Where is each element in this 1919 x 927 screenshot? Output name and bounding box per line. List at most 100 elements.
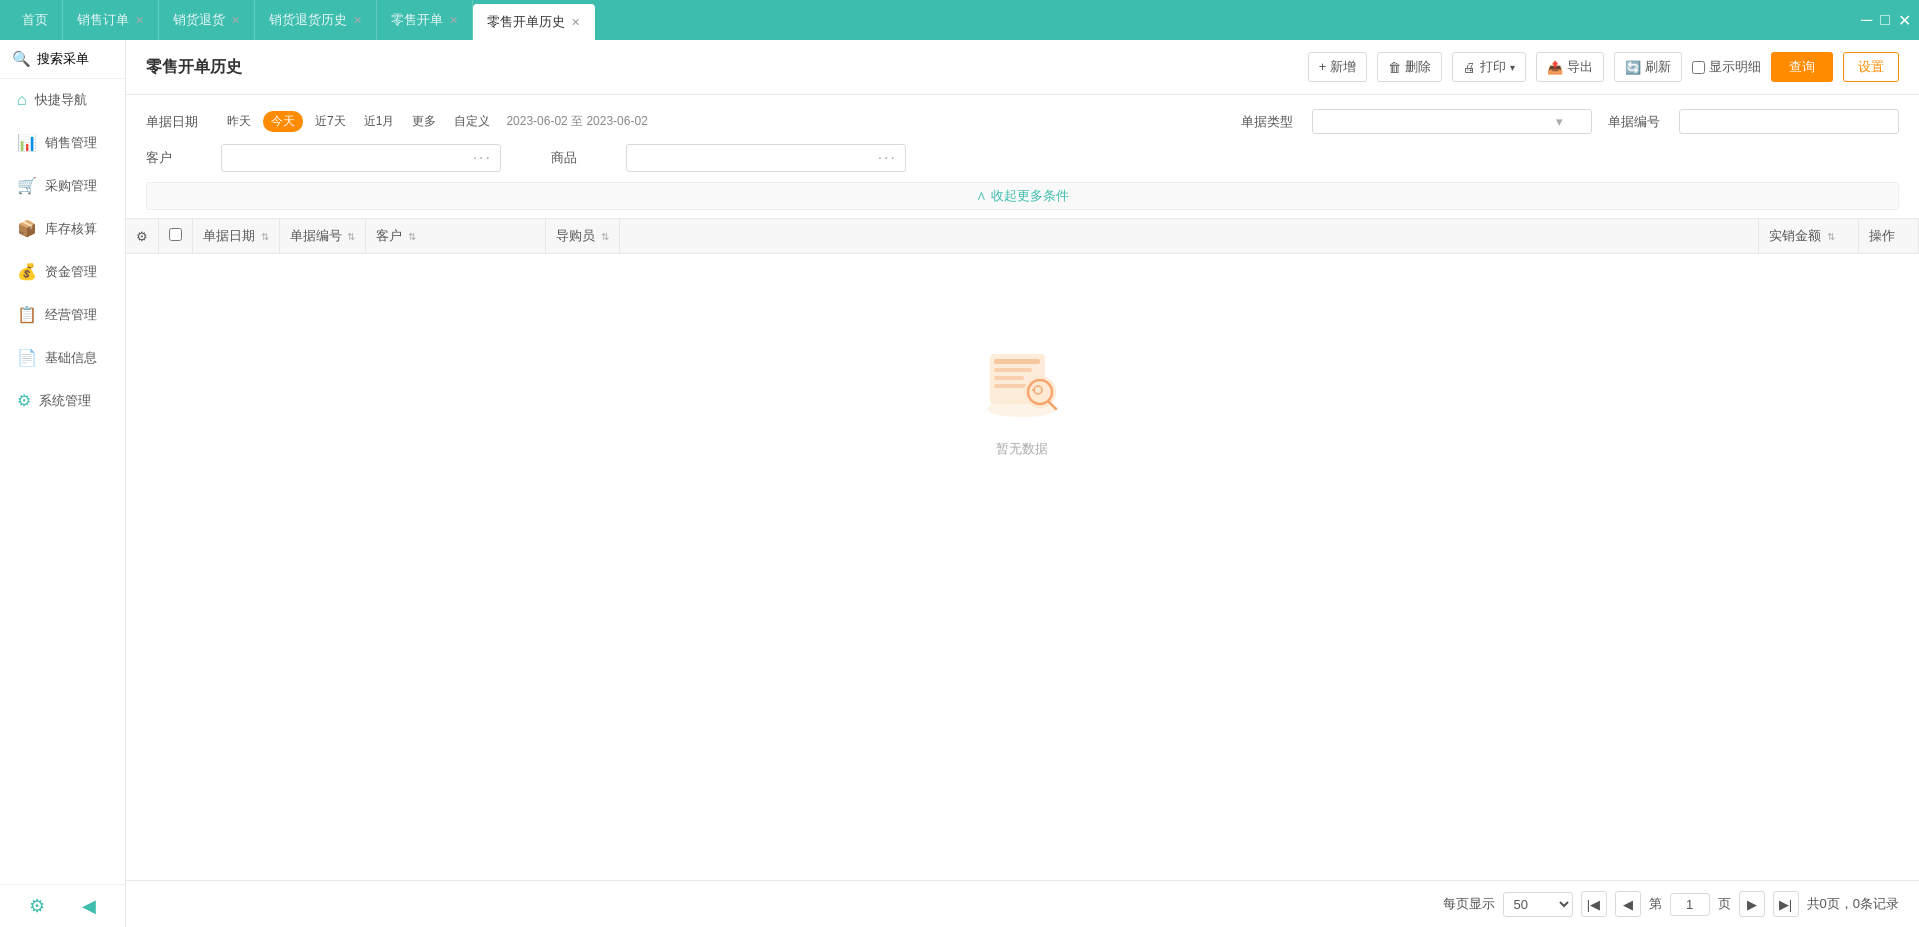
search-icon: 🔍 xyxy=(12,50,31,68)
customer-label: 客户 xyxy=(146,149,201,167)
delete-icon: 🗑 xyxy=(1388,60,1401,75)
export-button[interactable]: 📤 导出 xyxy=(1536,52,1604,82)
doc-type-select[interactable]: ▾ xyxy=(1312,109,1592,134)
export-icon: 📤 xyxy=(1547,60,1563,75)
sidebar-item-base-info[interactable]: 📄 基础信息 xyxy=(0,336,125,379)
tab-retail-open-history-close[interactable]: ✕ xyxy=(571,16,580,29)
sidebar-item-sales-mgmt-label: 销售管理 xyxy=(45,134,97,152)
th-amount[interactable]: 实销金额 ⇅ xyxy=(1759,219,1859,254)
select-all-checkbox[interactable] xyxy=(169,228,182,241)
date-opt-more[interactable]: 更多 xyxy=(406,111,442,132)
goods-label: 商品 xyxy=(551,149,606,167)
settings-icon[interactable]: ⚙ xyxy=(136,229,148,244)
sidebar-item-sys-mgmt[interactable]: ⚙ 系统管理 xyxy=(0,379,125,422)
th-no-sort-icon: ⇅ xyxy=(347,231,355,242)
empty-svg xyxy=(972,334,1072,424)
th-spacer xyxy=(619,219,1758,254)
next-page-icon: ▶ xyxy=(1747,897,1757,912)
sidebar-item-inventory[interactable]: 📦 库存核算 xyxy=(0,207,125,250)
date-range: 2023-06-02 至 2023-06-02 xyxy=(506,113,647,130)
base-info-icon: 📄 xyxy=(17,348,37,367)
tab-retail-open-history[interactable]: 零售开单历史 ✕ xyxy=(473,4,595,40)
print-icon: 🖨 xyxy=(1463,60,1476,75)
per-page-label: 每页显示 xyxy=(1443,895,1495,913)
date-opt-yesterday[interactable]: 昨天 xyxy=(221,111,257,132)
show-detail-checkbox[interactable] xyxy=(1692,61,1705,74)
sidebar-item-sales-mgmt[interactable]: 📊 销售管理 xyxy=(0,121,125,164)
tab-sales-order[interactable]: 销售订单 ✕ xyxy=(63,0,159,40)
th-no-label: 单据编号 xyxy=(290,228,342,243)
show-detail-text: 显示明细 xyxy=(1709,58,1761,76)
sales-icon: 📊 xyxy=(17,133,37,152)
refresh-button[interactable]: 🔄 刷新 xyxy=(1614,52,1682,82)
tab-retail-open-history-label: 零售开单历史 xyxy=(487,13,565,31)
doc-type-label: 单据类型 xyxy=(1241,113,1296,131)
th-guide[interactable]: 导购员 ⇅ xyxy=(546,219,620,254)
sidebar-item-finance[interactable]: 💰 资金管理 xyxy=(0,250,125,293)
header-actions: + 新增 🗑 删除 🖨 打印 ▾ 📤 导出 🔄 刷新 xyxy=(1308,52,1899,82)
delete-button[interactable]: 🗑 删除 xyxy=(1377,52,1442,82)
sidebar-item-base-info-label: 基础信息 xyxy=(45,349,97,367)
show-detail-label[interactable]: 显示明细 xyxy=(1692,58,1761,76)
sidebar-item-purchase-mgmt[interactable]: 🛒 采购管理 xyxy=(0,164,125,207)
date-opt-last7[interactable]: 近7天 xyxy=(309,111,352,132)
purchase-icon: 🛒 xyxy=(17,176,37,195)
page-suffix: 页 xyxy=(1718,895,1731,913)
inventory-icon: 📦 xyxy=(17,219,37,238)
tab-sales-return-history-close[interactable]: ✕ xyxy=(353,14,362,27)
sidebar: 🔍 搜索采单 ⌂ 快捷导航 📊 销售管理 🛒 采购管理 📦 库存核算 💰 资金管… xyxy=(0,40,126,927)
query-button[interactable]: 查询 xyxy=(1771,52,1833,82)
refresh-label: 刷新 xyxy=(1645,58,1671,76)
th-settings[interactable]: ⚙ xyxy=(126,219,159,254)
first-page-btn[interactable]: |◀ xyxy=(1581,891,1607,917)
window-close-btn[interactable]: ✕ xyxy=(1898,11,1911,30)
date-opt-today[interactable]: 今天 xyxy=(263,111,303,132)
next-page-btn[interactable]: ▶ xyxy=(1739,891,1765,917)
sidebar-item-operations-label: 经营管理 xyxy=(45,306,97,324)
sidebar-collapse-icon[interactable]: ◀ xyxy=(82,895,96,917)
print-button[interactable]: 🖨 打印 ▾ xyxy=(1452,52,1526,82)
date-options: 昨天 今天 近7天 近1月 更多 自定义 2023-06-02 至 2023-0… xyxy=(221,111,648,132)
tab-home[interactable]: 首页 xyxy=(8,0,63,40)
tab-sales-return-close[interactable]: ✕ xyxy=(231,14,240,27)
doc-no-input[interactable] xyxy=(1679,109,1899,134)
add-button[interactable]: + 新增 xyxy=(1308,52,1367,82)
empty-text: 暂无数据 xyxy=(996,440,1048,458)
empty-icon xyxy=(972,334,1072,424)
customer-ellipsis-icon[interactable]: ··· xyxy=(473,149,492,167)
setting-button[interactable]: 设置 xyxy=(1843,52,1899,82)
date-opt-custom[interactable]: 自定义 xyxy=(448,111,496,132)
table-header-row: ⚙ 单据日期 ⇅ 单据编号 ⇅ xyxy=(126,219,1919,254)
tab-sales-order-close[interactable]: ✕ xyxy=(135,14,144,27)
goods-ellipsis-icon[interactable]: ··· xyxy=(878,149,897,167)
tab-retail-open-close[interactable]: ✕ xyxy=(449,14,458,27)
th-ops: 操作 xyxy=(1859,219,1919,254)
sidebar-item-quick-nav[interactable]: ⌂ 快捷导航 xyxy=(0,79,125,121)
maximize-btn[interactable]: □ xyxy=(1880,11,1890,29)
filter-row-2: 客户 ··· 商品 ··· xyxy=(146,144,1899,172)
page-input[interactable] xyxy=(1670,893,1710,916)
sidebar-settings-icon[interactable]: ⚙ xyxy=(29,895,45,917)
sidebar-item-quick-nav-label: 快捷导航 xyxy=(35,91,87,109)
svg-rect-5 xyxy=(994,384,1028,388)
sidebar-item-operations[interactable]: 📋 经营管理 xyxy=(0,293,125,336)
sidebar-search[interactable]: 🔍 搜索采单 xyxy=(0,40,125,79)
last-page-btn[interactable]: ▶| xyxy=(1773,891,1799,917)
refresh-icon: 🔄 xyxy=(1625,60,1641,75)
collapse-bar[interactable]: ∧ 收起更多条件 xyxy=(146,182,1899,210)
prev-page-btn[interactable]: ◀ xyxy=(1615,891,1641,917)
tab-sales-return-history[interactable]: 销货退货历史 ✕ xyxy=(255,0,377,40)
pagination: 每页显示 50 20 100 |◀ ◀ 第 页 ▶ ▶| 共0页，0条记录 xyxy=(126,880,1919,927)
empty-state: 暂无数据 xyxy=(126,254,1919,538)
tab-retail-open[interactable]: 零售开单 ✕ xyxy=(377,0,473,40)
empty-row: 暂无数据 xyxy=(126,254,1919,539)
tab-sales-return[interactable]: 销货退货 ✕ xyxy=(159,0,255,40)
minimize-btn[interactable]: ─ xyxy=(1861,11,1872,29)
th-check[interactable] xyxy=(159,219,193,254)
th-no[interactable]: 单据编号 ⇅ xyxy=(279,219,366,254)
per-page-select[interactable]: 50 20 100 xyxy=(1503,892,1573,917)
th-customer[interactable]: 客户 ⇅ xyxy=(366,219,546,254)
add-label: + 新增 xyxy=(1319,58,1356,76)
date-opt-last1m[interactable]: 近1月 xyxy=(358,111,401,132)
th-date[interactable]: 单据日期 ⇅ xyxy=(193,219,280,254)
